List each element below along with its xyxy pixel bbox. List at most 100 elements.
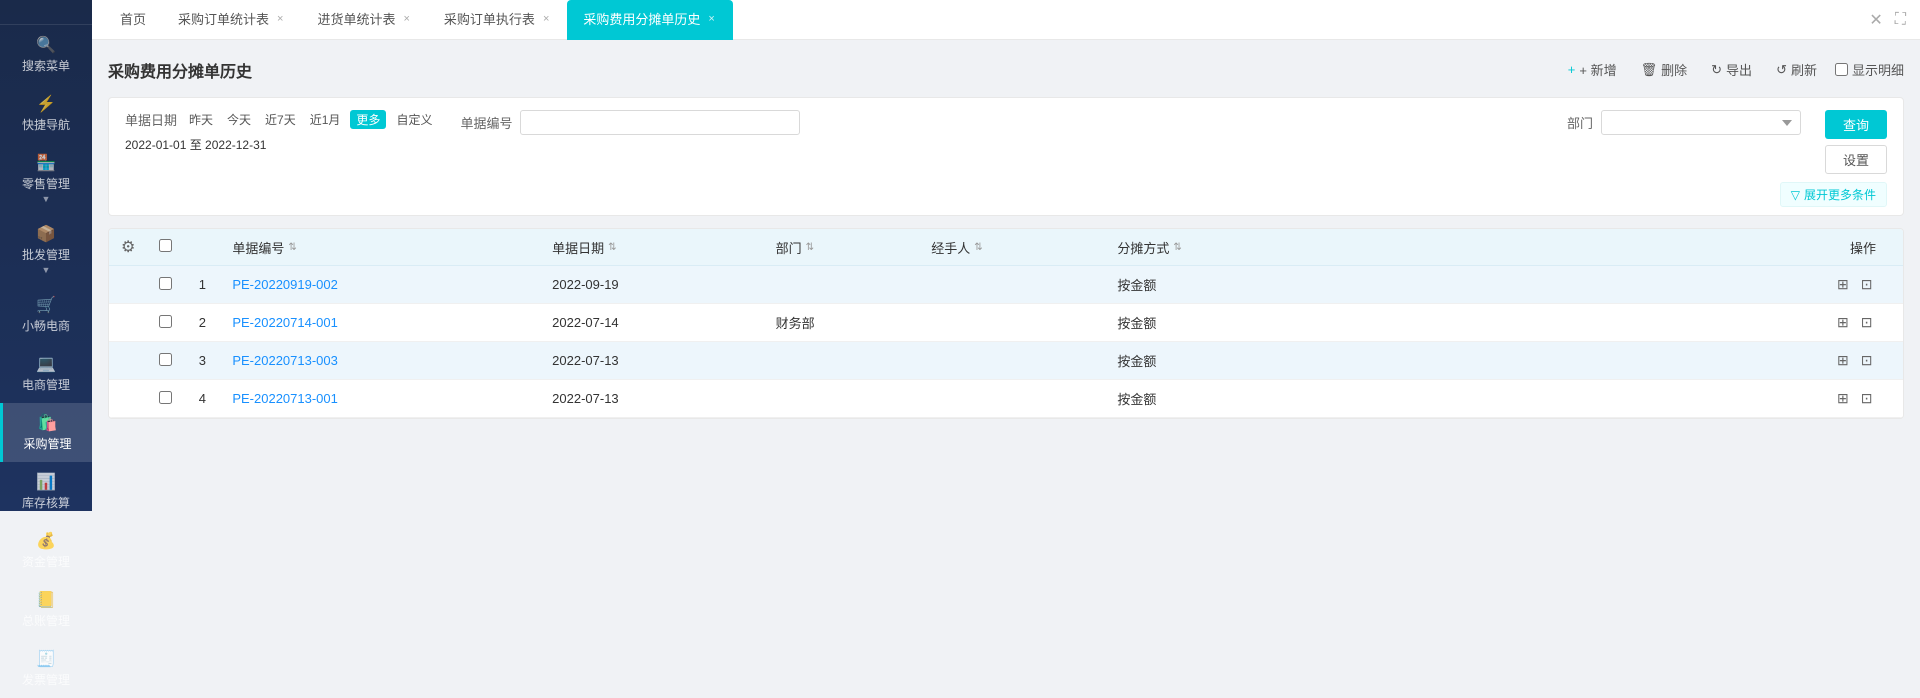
tab-bar: 首页 采购订单统计表 × 进货单统计表 × 采购订单执行表 × 采购费用分摊单历… [92, 0, 1920, 40]
purchase-icon: 🛍️ [38, 413, 58, 433]
tab-label: 采购费用分摊单历史 [583, 9, 700, 28]
row-settings [109, 266, 147, 304]
row-handler [919, 380, 1105, 418]
table-header-row: ⚙ 单据编号 ⇅ [109, 229, 1903, 266]
more-dates-btn[interactable]: 更多 [350, 110, 386, 129]
doc-no-link[interactable]: PE-20220713-001 [232, 391, 338, 406]
select-all-checkbox[interactable] [159, 239, 172, 252]
row-select-checkbox[interactable] [159, 391, 172, 404]
sidebar-item-label: 资金管理 [22, 553, 70, 570]
last7days-btn[interactable]: 近7天 [261, 110, 300, 129]
tab-stock-in-stats[interactable]: 进货单统计表 × [301, 0, 427, 40]
tab-purchase-cost-split[interactable]: 采购费用分摊单历史 × [567, 0, 732, 40]
table-row: 2 PE-20220714-001 2022-07-14 财务部 按金额 ⊞ ⊡ [109, 304, 1903, 342]
doc-no-link[interactable]: PE-20220919-002 [232, 277, 338, 292]
table-row: 4 PE-20220713-001 2022-07-13 按金额 ⊞ ⊡ [109, 380, 1903, 418]
sidebar-item-invoice[interactable]: 🧾 发票管理 [0, 639, 92, 698]
tab-purchase-order-exec[interactable]: 采购订单执行表 × [428, 0, 567, 40]
more-actions-icon[interactable]: ⊡ [1859, 388, 1875, 409]
row-actions: ⊞ ⊡ [1823, 266, 1903, 304]
tab-home[interactable]: 首页 [104, 0, 162, 40]
close-icon[interactable]: × [706, 12, 716, 26]
sort-icon[interactable]: ⇅ [806, 242, 814, 253]
main-content: 首页 采购订单统计表 × 进货单统计表 × 采购订单执行表 × 采购费用分摊单历… [92, 0, 1920, 511]
sidebar-item-quick-nav[interactable]: ⚡ 快捷导航 [0, 84, 92, 143]
sort-icon[interactable]: ⇅ [1173, 242, 1181, 253]
row-dept [764, 266, 920, 304]
add-button[interactable]: + + 新增 [1562, 56, 1623, 83]
gear-icon[interactable]: ⚙ [121, 239, 135, 256]
yesterday-btn[interactable]: 昨天 [185, 110, 217, 129]
row-doc-no: PE-20220713-003 [220, 342, 540, 380]
doc-no-input[interactable] [520, 110, 800, 135]
sidebar-item-label: 快捷导航 [22, 116, 70, 133]
doc-no-link[interactable]: PE-20220714-001 [232, 315, 338, 330]
th-date: 单据日期 ⇅ [540, 229, 763, 266]
row-doc-no: PE-20220714-001 [220, 304, 540, 342]
row-doc-no: PE-20220713-001 [220, 380, 540, 418]
query-button[interactable]: 查询 [1825, 110, 1887, 139]
date-range-text[interactable]: 2022-01-01 至 2022-12-31 [125, 136, 436, 153]
sidebar-item-finance[interactable]: 💰 资金管理 [0, 521, 92, 580]
sidebar-item-ecommerce[interactable]: 💻 电商管理 [0, 344, 92, 403]
tab-label: 采购订单统计表 [178, 9, 269, 28]
row-checkbox [147, 266, 184, 304]
row-select-checkbox[interactable] [159, 315, 172, 328]
sort-icon[interactable]: ⇅ [608, 242, 616, 253]
row-num: 2 [184, 304, 220, 342]
sidebar-item-search[interactable]: 🔍 搜索菜单 [0, 25, 92, 84]
row-split-method: 按金额 [1105, 342, 1823, 380]
row-checkbox [147, 380, 184, 418]
sidebar-item-ledger[interactable]: 📒 总账管理 [0, 580, 92, 639]
refresh-button[interactable]: ↺ 刷新 [1770, 56, 1823, 83]
sort-icon[interactable]: ⇅ [288, 242, 296, 253]
row-checkbox [147, 342, 184, 380]
row-actions: ⊞ ⊡ [1823, 342, 1903, 380]
doc-no-link[interactable]: PE-20220713-003 [232, 353, 338, 368]
today-btn[interactable]: 今天 [223, 110, 255, 129]
quick-nav-icon: ⚡ [36, 94, 56, 114]
more-actions-icon[interactable]: ⊡ [1859, 312, 1875, 333]
search-actions-col: 查询 设置 [1825, 110, 1887, 174]
row-select-checkbox[interactable] [159, 353, 172, 366]
more-actions-icon[interactable]: ⊡ [1859, 350, 1875, 371]
row-settings [109, 304, 147, 342]
sort-icon[interactable]: ⇅ [974, 242, 982, 253]
edit-icon[interactable]: ⊞ [1835, 388, 1851, 409]
delete-button[interactable]: 🗑 删除 [1635, 56, 1694, 83]
edit-icon[interactable]: ⊞ [1835, 350, 1851, 371]
close-icon[interactable]: × [541, 12, 551, 26]
edit-icon[interactable]: ⊞ [1835, 274, 1851, 295]
tab-purchase-order-stats[interactable]: 采购订单统计表 × [162, 0, 301, 40]
more-actions-icon[interactable]: ⊡ [1859, 274, 1875, 295]
retail-icon: 🏪 [36, 153, 56, 173]
th-doc-no: 单据编号 ⇅ [220, 229, 540, 266]
search-dept-field: 部门 财务部 [1567, 110, 1801, 135]
page-title: 采购费用分摊单历史 [108, 58, 252, 82]
sidebar-item-micro[interactable]: 🛒 小畅电商 [0, 285, 92, 344]
row-date: 2022-07-13 [540, 380, 763, 418]
last1month-btn[interactable]: 近1月 [306, 110, 345, 129]
export-button[interactable]: ↻ 导出 [1705, 56, 1758, 83]
sidebar-item-purchase[interactable]: 🛍️ 采购管理 [0, 403, 92, 462]
maximize-icon[interactable]: ⛶ [1893, 9, 1908, 31]
expand-conditions-btn[interactable]: ▽ 展开更多条件 [1780, 182, 1887, 207]
edit-icon[interactable]: ⊞ [1835, 312, 1851, 333]
sidebar-item-retail[interactable]: 🏪 零售管理 ▼ [0, 143, 92, 214]
sidebar-item-label: 总账管理 [22, 612, 70, 629]
header-actions: + + 新增 🗑 删除 ↻ 导出 ↺ 刷新 显示明细 [1562, 56, 1904, 83]
invoice-icon: 🧾 [36, 649, 56, 669]
close-icon[interactable]: × [401, 12, 411, 26]
close-window-icon[interactable]: ✕ [1867, 8, 1884, 32]
sidebar-item-inventory[interactable]: 📊 库存核算 [0, 462, 92, 521]
row-date: 2022-07-13 [540, 342, 763, 380]
sidebar-item-wholesale[interactable]: 📦 批发管理 ▼ [0, 214, 92, 285]
setting-button[interactable]: 设置 [1825, 145, 1887, 174]
custom-date-btn[interactable]: 自定义 [392, 110, 436, 129]
close-icon[interactable]: × [275, 12, 285, 26]
table-row: 3 PE-20220713-003 2022-07-13 按金额 ⊞ ⊡ [109, 342, 1903, 380]
wholesale-icon: 📦 [36, 224, 56, 244]
dept-select[interactable]: 财务部 [1601, 110, 1801, 135]
row-select-checkbox[interactable] [159, 277, 172, 290]
show-detail-checkbox[interactable] [1835, 63, 1848, 76]
